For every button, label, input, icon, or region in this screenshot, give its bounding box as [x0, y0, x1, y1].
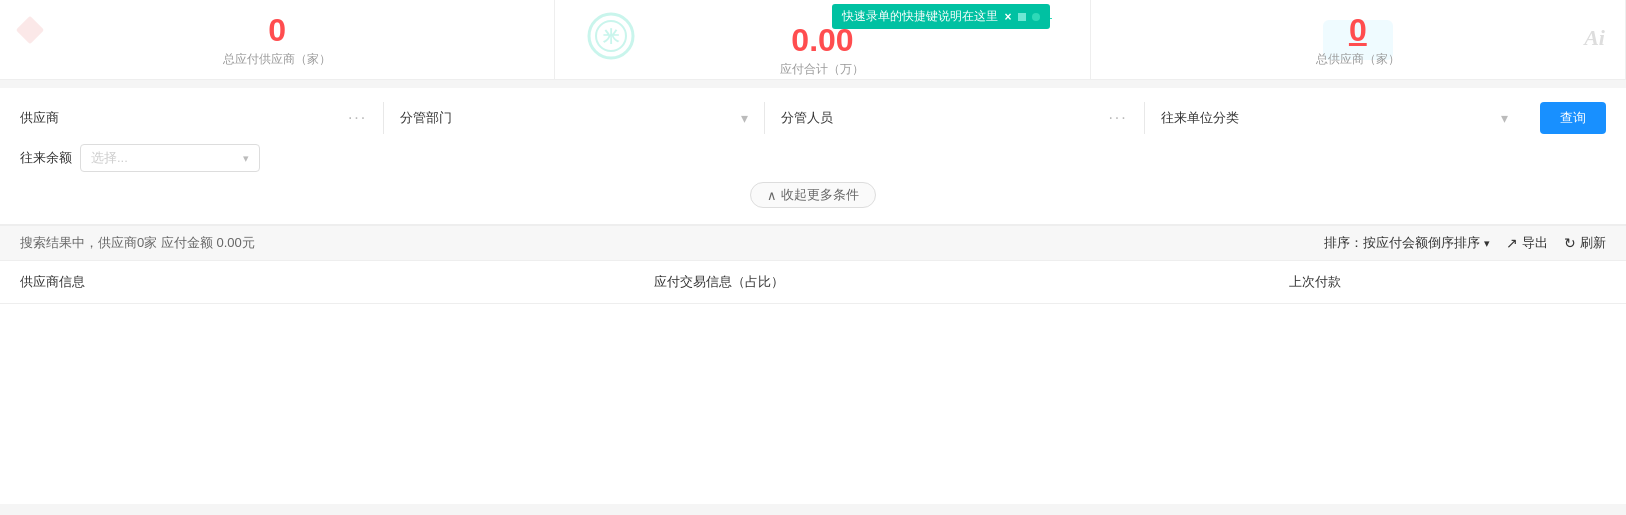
- svg-rect-0: [16, 16, 44, 44]
- diamond-icon: [10, 10, 50, 50]
- supplier-more-icon[interactable]: ···: [348, 109, 367, 127]
- refresh-label: 刷新: [1580, 234, 1606, 252]
- refresh-button[interactable]: ↻ 刷新: [1564, 234, 1606, 252]
- collapse-button[interactable]: ∧ 收起更多条件: [750, 182, 876, 208]
- table-header: 供应商信息 应付交易信息（占比） 上次付款: [0, 261, 1626, 304]
- collapse-up-icon: ∧: [767, 188, 777, 203]
- payable-total-card: 米 快速录单的快捷键说明在这里 × 0.00 应付合计（万）: [555, 0, 1090, 79]
- supplier-filter: 供应商 ···: [20, 102, 384, 134]
- tooltip-close-icon[interactable]: ×: [1004, 10, 1011, 24]
- query-button[interactable]: 查询: [1540, 102, 1606, 134]
- person-input[interactable]: [841, 111, 1109, 126]
- payable-suppliers-card: 0 总应付供应商（家）: [0, 0, 555, 79]
- supplier-count: 0: [1349, 11, 1367, 49]
- filter-section: 供应商 ··· 分管部门 ▾ 分管人员 ··· 往来单位分类 ▾: [0, 88, 1626, 225]
- stats-section: 0 总应付供应商（家） 米 快速录单的快捷键说明在这里 × 0.00 应付合计（…: [0, 0, 1626, 80]
- export-button[interactable]: ↗ 导出: [1506, 234, 1548, 252]
- filter-row-2: 往来余额 选择... ▾: [20, 144, 1606, 172]
- unit-class-select[interactable]: ▾: [1247, 110, 1508, 126]
- payable-label: 总应付供应商（家）: [223, 51, 331, 68]
- supplier-label: 供应商: [20, 109, 59, 127]
- supplier-label: 总供应商（家）: [1316, 51, 1400, 68]
- payable-count: 0: [268, 11, 286, 49]
- col-supplier-info: 供应商信息: [20, 273, 654, 291]
- tooltip-text: 快速录单的快捷键说明在这里: [842, 8, 998, 25]
- person-filter: 分管人员 ···: [765, 102, 1145, 134]
- table-body: [0, 304, 1626, 504]
- result-text: 搜索结果中，供应商0家 应付金额 0.00元: [20, 234, 1324, 252]
- col-payable-info: 应付交易信息（占比）: [654, 273, 1288, 291]
- balance-select[interactable]: 选择... ▾: [80, 144, 260, 172]
- unit-class-filter: 往来单位分类 ▾: [1145, 102, 1524, 134]
- department-select[interactable]: ▾: [460, 110, 747, 126]
- col-last-payment: 上次付款: [1289, 273, 1606, 291]
- query-btn-wrap: 查询: [1524, 102, 1606, 134]
- filter-row-1: 供应商 ··· 分管部门 ▾ 分管人员 ··· 往来单位分类 ▾: [20, 102, 1606, 134]
- balance-label: 往来余额: [20, 149, 72, 167]
- collapse-label: 收起更多条件: [781, 186, 859, 204]
- payable-total-label: 应付合计（万）: [780, 61, 864, 78]
- department-chevron-icon: ▾: [741, 110, 748, 126]
- person-label: 分管人员: [781, 109, 833, 127]
- balance-select-placeholder: 选择...: [91, 149, 243, 167]
- ai-label: Ai: [1584, 25, 1605, 55]
- department-filter: 分管部门 ▾: [384, 102, 764, 134]
- sort-select[interactable]: 排序：按应付会额倒序排序 ▾: [1324, 234, 1490, 252]
- sort-label: 排序：按应付会额倒序排序: [1324, 234, 1480, 252]
- refresh-icon: ↻: [1564, 235, 1576, 251]
- department-label: 分管部门: [400, 109, 452, 127]
- unit-class-chevron-icon: ▾: [1501, 110, 1508, 126]
- svg-text:米: 米: [602, 28, 620, 45]
- sort-chevron-icon: ▾: [1484, 237, 1490, 250]
- balance-chevron-icon: ▾: [243, 152, 249, 165]
- shortcut-tooltip: 快速录单的快捷键说明在这里 ×: [832, 4, 1049, 29]
- person-more-icon[interactable]: ···: [1108, 109, 1127, 127]
- supplier-input[interactable]: [67, 111, 348, 126]
- unit-class-label: 往来单位分类: [1161, 109, 1239, 127]
- result-bar: 搜索结果中，供应商0家 应付金额 0.00元 排序：按应付会额倒序排序 ▾ ↗ …: [0, 225, 1626, 261]
- result-actions: 排序：按应付会额倒序排序 ▾ ↗ 导出 ↻ 刷新: [1324, 234, 1606, 252]
- coin-bg-icon: 米: [585, 10, 637, 62]
- collapse-bar: ∧ 收起更多条件: [20, 178, 1606, 218]
- export-label: 导出: [1522, 234, 1548, 252]
- total-suppliers-card: 0 总供应商（家） Ai: [1091, 0, 1626, 79]
- export-icon: ↗: [1506, 235, 1518, 251]
